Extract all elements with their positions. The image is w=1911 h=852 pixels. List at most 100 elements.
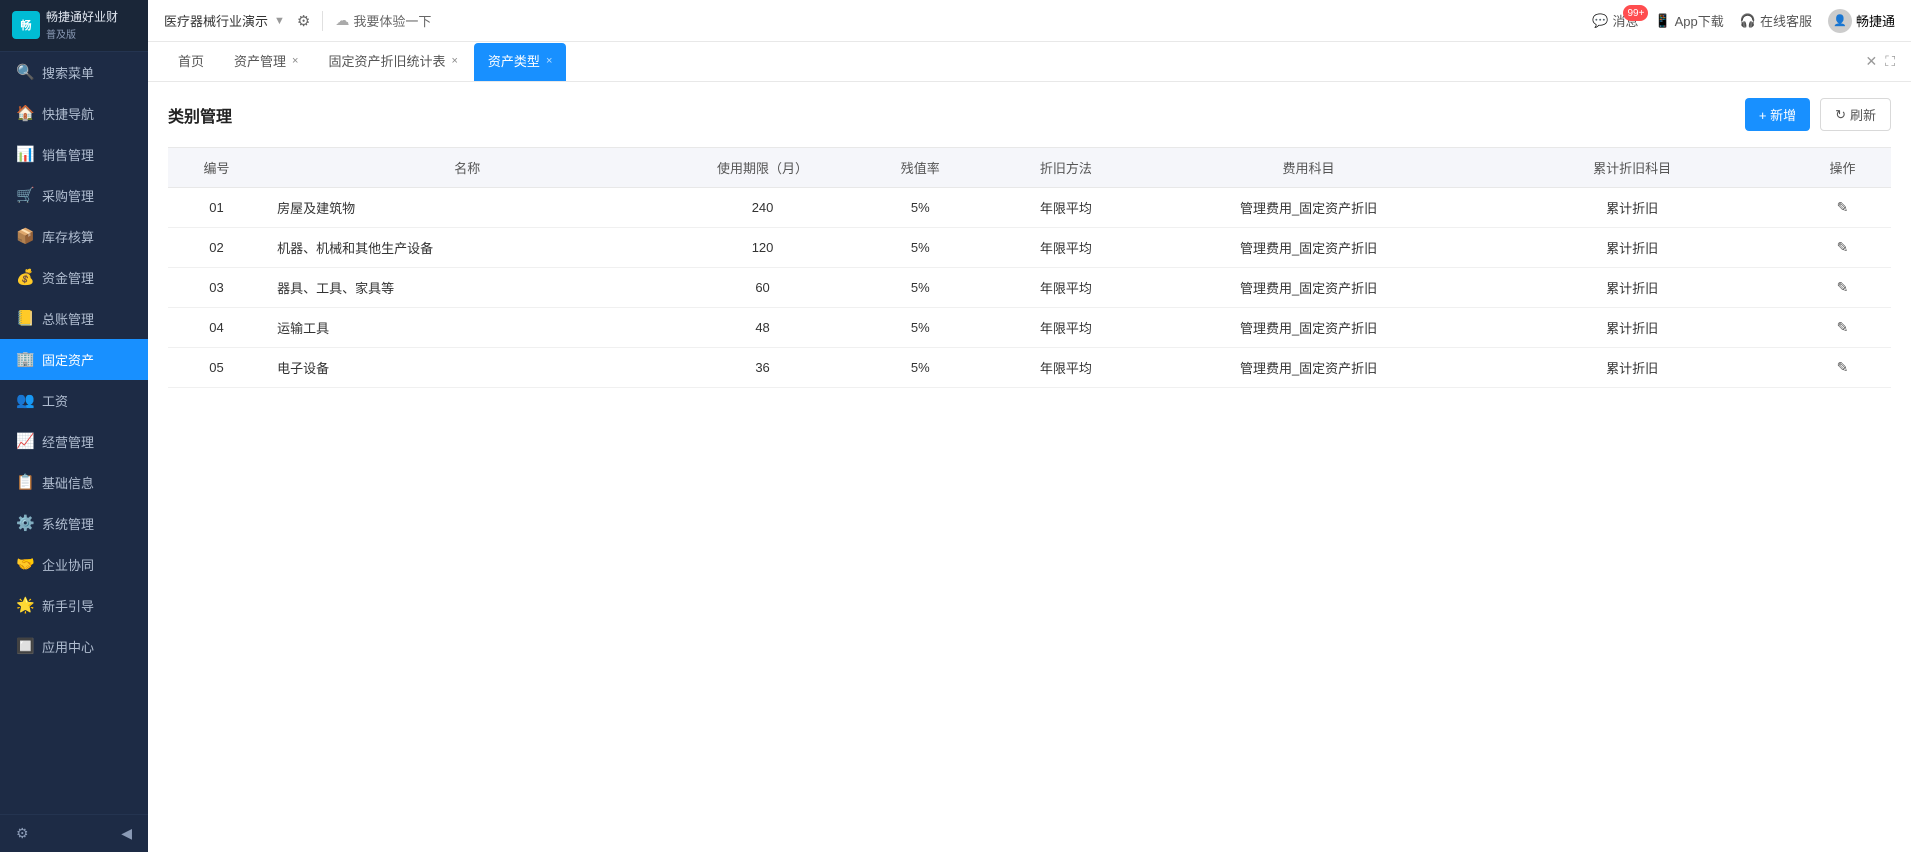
sidebar-nav: 🔍 搜索菜单 🏠 快捷导航 📊 销售管理 🛒 采购管理 📦 库存核算 💰 资金管… (0, 52, 148, 814)
sidebar-item-system[interactable]: ⚙️ 系统管理 (0, 503, 148, 544)
cell-method-0: 年限平均 (985, 188, 1147, 228)
edit-button-3[interactable]: ✎ (1837, 319, 1849, 336)
collapse-icon[interactable]: ◀ (121, 825, 132, 842)
refresh-button[interactable]: ↻ 刷新 (1820, 98, 1891, 131)
message-badge: 99+ (1623, 5, 1648, 21)
module-selector[interactable]: 医疗器械行业演示 ▼ (164, 11, 285, 30)
sidebar-item-fixed-assets[interactable]: 🏢 固定资产 (0, 339, 148, 380)
cell-residual-2: 5% (856, 268, 985, 308)
col-header-residual: 残值率 (856, 148, 985, 188)
new-button[interactable]: + 新增 (1745, 98, 1810, 131)
tab-asset-mgmt-label: 资产管理 (234, 51, 286, 70)
tab-maximize-button[interactable]: ⛶ (1885, 53, 1895, 70)
cell-code-4: 05 (168, 348, 265, 388)
cell-code-3: 04 (168, 308, 265, 348)
tab-asset-type-label: 资产类型 (488, 51, 540, 70)
tab-home[interactable]: 首页 (164, 43, 218, 81)
refresh-label: 刷新 (1850, 105, 1876, 124)
cell-residual-3: 5% (856, 308, 985, 348)
sidebar-item-ops[interactable]: 📈 经营管理 (0, 421, 148, 462)
guide-icon: 🌟 (16, 596, 34, 614)
sidebar-item-general-ledger[interactable]: 📒 总账管理 (0, 298, 148, 339)
tab-depreciation-report[interactable]: 固定资产折旧统计表 × (314, 43, 471, 81)
col-header-action: 操作 (1794, 148, 1891, 188)
topbar-gear-icon[interactable]: ⚙ (297, 12, 310, 30)
edit-button-0[interactable]: ✎ (1837, 199, 1849, 216)
topbar-divider (322, 11, 323, 31)
module-name: 医疗器械行业演示 (164, 11, 268, 30)
edit-button-4[interactable]: ✎ (1837, 359, 1849, 376)
system-icon: ⚙️ (16, 514, 34, 532)
ledger-icon: 📒 (16, 309, 34, 327)
ops-icon: 📈 (16, 432, 34, 450)
col-header-name: 名称 (265, 148, 669, 188)
service-button[interactable]: 🎧 在线客服 (1740, 11, 1812, 30)
logo-icon: 畅 (12, 11, 40, 39)
sidebar-item-app-center[interactable]: 🔲 应用中心 (0, 626, 148, 667)
cell-expense-1: 管理费用_固定资产折旧 (1147, 228, 1471, 268)
cell-period-2: 60 (670, 268, 856, 308)
cell-code-2: 03 (168, 268, 265, 308)
basic-info-icon: 📋 (16, 473, 34, 491)
page-header: 类别管理 + 新增 ↻ 刷新 (168, 98, 1891, 131)
cell-period-3: 48 (670, 308, 856, 348)
tab-close-button[interactable]: ✕ (1865, 53, 1877, 70)
tab-asset-mgmt[interactable]: 资产管理 × (220, 43, 312, 81)
tab-asset-type-close[interactable]: × (546, 55, 552, 67)
sidebar-item-search[interactable]: 🔍 搜索菜单 (0, 52, 148, 93)
fixed-assets-icon: 🏢 (16, 350, 34, 368)
col-header-expense: 费用科目 (1147, 148, 1471, 188)
sidebar-item-purchase[interactable]: 🛒 采购管理 (0, 175, 148, 216)
search-icon: 🔍 (16, 63, 34, 81)
message-button[interactable]: 💬 消息 99+ (1592, 11, 1638, 30)
table-header-row: 编号 名称 使用期限（月） 残值率 折旧方法 费用科目 累计折旧科目 操作 (168, 148, 1891, 188)
tab-depreciation-close[interactable]: × (451, 55, 457, 67)
cell-action-3: ✎ (1794, 308, 1891, 348)
module-dropdown-icon: ▼ (274, 15, 285, 27)
tab-asset-type[interactable]: 资产类型 × (474, 43, 566, 81)
edit-button-2[interactable]: ✎ (1837, 279, 1849, 296)
cloud-icon: ☁ (335, 12, 349, 29)
cell-period-4: 36 (670, 348, 856, 388)
cell-residual-1: 5% (856, 228, 985, 268)
cell-name-0: 房屋及建筑物 (265, 188, 669, 228)
home-icon: 🏠 (16, 104, 34, 122)
topbar-right: 💬 消息 99+ 📱 App下载 🎧 在线客服 👤 畅捷通 (1592, 9, 1895, 33)
table-row: 01 房屋及建筑物 240 5% 年限平均 管理费用_固定资产折旧 累计折旧 ✎ (168, 188, 1891, 228)
edit-button-1[interactable]: ✎ (1837, 239, 1849, 256)
refresh-icon: ↻ (1835, 107, 1846, 123)
settings-footer-icon[interactable]: ⚙ (16, 825, 29, 842)
cell-expense-4: 管理费用_固定资产折旧 (1147, 348, 1471, 388)
sidebar-item-basic-info[interactable]: 📋 基础信息 (0, 462, 148, 503)
cell-residual-4: 5% (856, 348, 985, 388)
user-menu[interactable]: 👤 畅捷通 (1828, 9, 1895, 33)
message-icon: 💬 (1592, 13, 1608, 29)
sales-icon: 📊 (16, 145, 34, 163)
main-area: 医疗器械行业演示 ▼ ⚙ ☁ 我要体验一下 💬 消息 99+ 📱 App下载 🎧… (148, 0, 1911, 852)
service-label: 在线客服 (1760, 11, 1812, 30)
sidebar-item-coop[interactable]: 🤝 企业协同 (0, 544, 148, 585)
tabbar-actions: ✕ ⛶ (1865, 53, 1895, 70)
sidebar-item-guide[interactable]: 🌟 新手引导 (0, 585, 148, 626)
sidebar-item-quick-nav[interactable]: 🏠 快捷导航 (0, 93, 148, 134)
tab-asset-mgmt-close[interactable]: × (292, 55, 298, 67)
sidebar-item-capital[interactable]: 💰 资金管理 (0, 257, 148, 298)
user-avatar: 👤 (1828, 9, 1852, 33)
capital-icon: 💰 (16, 268, 34, 286)
app-download-icon: 📱 (1654, 13, 1670, 29)
cell-accum-2: 累计折旧 (1470, 268, 1794, 308)
cell-accum-1: 累计折旧 (1470, 228, 1794, 268)
cell-expense-0: 管理费用_固定资产折旧 (1147, 188, 1471, 228)
sidebar-item-payroll[interactable]: 👥 工资 (0, 380, 148, 421)
tab-depreciation-label: 固定资产折旧统计表 (328, 51, 445, 70)
app-download-button[interactable]: 📱 App下载 (1654, 11, 1723, 30)
experience-button[interactable]: ☁ 我要体验一下 (335, 11, 431, 30)
inventory-icon: 📦 (16, 227, 34, 245)
sidebar-item-sales[interactable]: 📊 销售管理 (0, 134, 148, 175)
app-logo: 畅 畅捷通好业财 普及版 (0, 0, 148, 52)
sidebar: 畅 畅捷通好业财 普及版 🔍 搜索菜单 🏠 快捷导航 📊 销售管理 🛒 采购管理… (0, 0, 148, 852)
sidebar-item-inventory[interactable]: 📦 库存核算 (0, 216, 148, 257)
cell-period-0: 240 (670, 188, 856, 228)
category-table: 编号 名称 使用期限（月） 残值率 折旧方法 费用科目 累计折旧科目 操作 01… (168, 147, 1891, 388)
cell-period-1: 120 (670, 228, 856, 268)
